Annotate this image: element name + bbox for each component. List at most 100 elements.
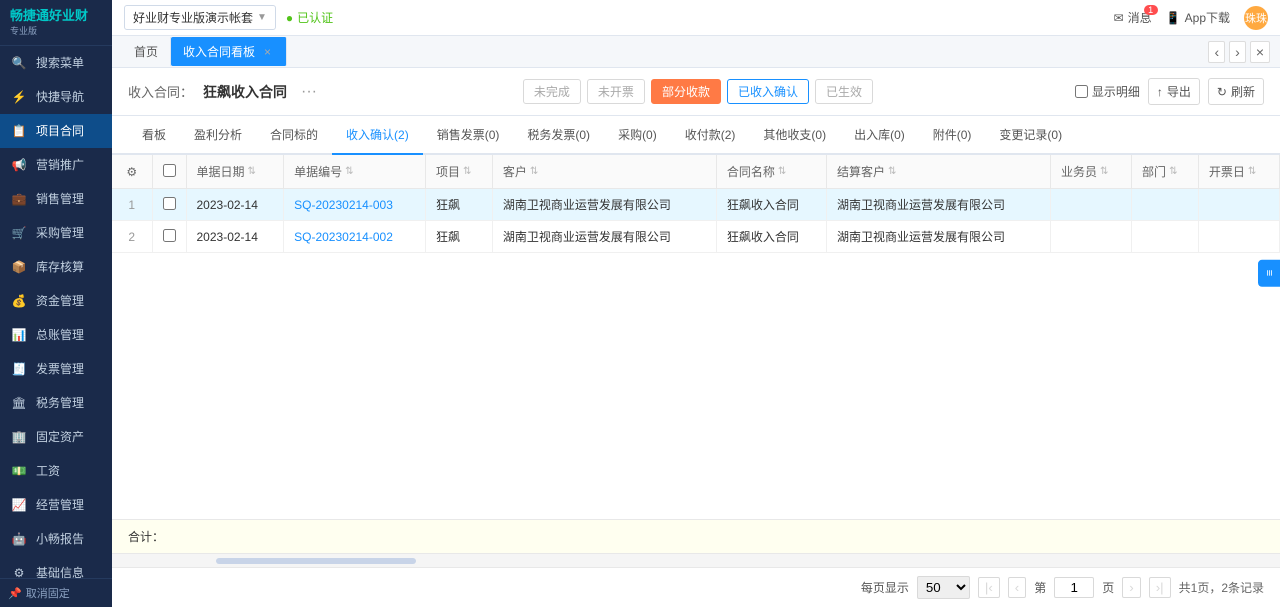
search-icon: 🔍 [10, 54, 28, 72]
subtab-payment[interactable]: 收付款(2) [671, 116, 750, 155]
company-name: 好业财专业版演示帐套 [133, 9, 253, 26]
th-date[interactable]: 单据日期 ⇅ [186, 155, 284, 189]
pagination-prev-button[interactable]: ‹ [1008, 577, 1026, 598]
refresh-button[interactable]: ↻ 刷新 [1208, 78, 1264, 105]
sidebar-item-inventory[interactable]: 📦 库存核算 [0, 250, 112, 284]
verified-badge: ● 已认证 [286, 9, 333, 26]
show-detail-input[interactable] [1075, 85, 1088, 98]
tab-close-button[interactable]: × [1250, 41, 1270, 63]
per-page-select[interactable]: 50 100 200 [917, 576, 970, 599]
table-row[interactable]: 1 2023-02-14 SQ-20230214-003 狂飙 湖南卫视商业运营… [112, 189, 1280, 221]
report-icon: 🤖 [10, 530, 28, 548]
company-selector[interactable]: 好业财专业版演示帐套 ▼ [124, 5, 276, 30]
tab-next-button[interactable]: › [1229, 41, 1246, 63]
sidebar-item-invoice[interactable]: 🧾 发票管理 [0, 352, 112, 386]
sidebar-item-quicknav[interactable]: ⚡ 快捷导航 [0, 80, 112, 114]
subtab-purchase[interactable]: 采购(0) [604, 116, 671, 155]
total-label: 合计： [128, 528, 164, 545]
th-salesperson[interactable]: 业务员 ⇅ [1051, 155, 1132, 189]
subtab-other[interactable]: 其他收支(0) [749, 116, 840, 155]
sort-settlement-icon: ⇅ [888, 166, 896, 177]
subtab-sales-invoice[interactable]: 销售发票(0) [423, 116, 514, 155]
app-download-button[interactable]: 📱 App下载 [1166, 9, 1230, 26]
sidebar-item-management[interactable]: 📈 经营管理 [0, 488, 112, 522]
horizontal-scrollbar[interactable] [112, 553, 1280, 567]
subtab-warehouse[interactable]: 出入库(0) [840, 116, 919, 155]
status-confirmed[interactable]: 已收入确认 [727, 79, 809, 104]
tab-contract-board[interactable]: 收入合同看板 × [171, 37, 287, 66]
sidebar-item-contracts[interactable]: 📋 项目合同 [0, 114, 112, 148]
subtab-tax-invoice[interactable]: 税务发票(0) [513, 116, 604, 155]
th-contract-name[interactable]: 合同名称 ⇅ [716, 155, 826, 189]
pagination-last-button[interactable]: ›| [1149, 577, 1171, 598]
page-number-input[interactable] [1054, 577, 1094, 598]
status-partial-receipt[interactable]: 部分收款 [651, 79, 721, 104]
table-row[interactable]: 2 2023-02-14 SQ-20230214-002 狂飙 湖南卫视商业运营… [112, 221, 1280, 253]
sidebar-bottom-unpin[interactable]: 📌 取消固定 [0, 578, 112, 607]
header-actions: 显示明细 ↑ 导出 ↻ 刷新 [1075, 78, 1264, 105]
subtab-board[interactable]: 看板 [128, 116, 180, 155]
th-department[interactable]: 部门 ⇅ [1132, 155, 1199, 189]
page-suffix: 页 [1102, 579, 1114, 596]
th-settings: ⚙ [112, 155, 152, 189]
subtab-attachment[interactable]: 附件(0) [919, 116, 986, 155]
pagination-first-button[interactable]: |‹ [978, 577, 1000, 598]
row-contract-name: 狂飙收入合同 [716, 189, 826, 221]
sidebar-item-search[interactable]: 🔍 搜索菜单 [0, 46, 112, 80]
sidebar-item-marketing[interactable]: 📢 营销推广 [0, 148, 112, 182]
status-incomplete[interactable]: 未完成 [523, 79, 581, 104]
tabbar: 首页 收入合同看板 × ‹ › × [112, 36, 1280, 68]
sidebar-item-sales[interactable]: 💼 销售管理 [0, 182, 112, 216]
sidebar: 畅捷通好业财 专业版 🔍 搜索菜单 ⚡ 快捷导航 📋 项目合同 📢 营销推广 💼… [0, 0, 112, 607]
row-salesperson [1051, 221, 1132, 253]
chevron-down-icon: ▼ [257, 12, 267, 23]
row-settlement-customer: 湖南卫视商业运营发展有限公司 [827, 189, 1051, 221]
row-salesperson [1051, 189, 1132, 221]
table-header-row: ⚙ 单据日期 ⇅ 单据编号 ⇅ [112, 155, 1280, 189]
tab-close-icon[interactable]: × [261, 44, 274, 60]
export-button[interactable]: ↑ 导出 [1148, 78, 1200, 105]
funds-icon: 💰 [10, 292, 28, 310]
row-check[interactable] [152, 189, 186, 221]
pagination-next-button[interactable]: › [1122, 577, 1140, 598]
sidebar-item-salary[interactable]: 💵 工资 [0, 454, 112, 488]
row-customer: 湖南卫视商业运营发展有限公司 [492, 221, 716, 253]
tax-icon: 🏛 [10, 394, 28, 412]
subtab-subject[interactable]: 合同标的 [256, 116, 332, 155]
sidebar-item-report[interactable]: 🤖 小畅报告 [0, 522, 112, 556]
settings-gear-icon[interactable]: ⚙ [126, 165, 137, 179]
scrollbar-thumb[interactable] [216, 558, 416, 564]
messages-button[interactable]: ✉ 消息 1 [1114, 9, 1152, 26]
sidebar-item-assets[interactable]: 🏢 固定资产 [0, 420, 112, 454]
more-button[interactable]: ··· [297, 83, 321, 101]
sidebar-item-tax[interactable]: 🏛 税务管理 [0, 386, 112, 420]
th-settlement-customer[interactable]: 结算客户 ⇅ [827, 155, 1051, 189]
user-avatar[interactable]: 珠珠 [1244, 6, 1268, 30]
sort-date-icon: ⇅ [248, 166, 256, 177]
row-docno: SQ-20230214-003 [284, 189, 426, 221]
status-effective[interactable]: 已生效 [815, 79, 873, 104]
th-customer[interactable]: 客户 ⇅ [492, 155, 716, 189]
subtab-revenue-confirm[interactable]: 收入确认(2) [332, 116, 423, 155]
subtab-changes[interactable]: 变更记录(0) [985, 116, 1076, 155]
th-docno[interactable]: 单据编号 ⇅ [284, 155, 426, 189]
sidebar-item-purchase[interactable]: 🛒 采购管理 [0, 216, 112, 250]
right-panel-toggle[interactable]: ≡ [1258, 260, 1280, 286]
tab-home[interactable]: 首页 [122, 37, 171, 66]
tab-prev-button[interactable]: ‹ [1208, 41, 1225, 63]
invoice-icon: 🧾 [10, 360, 28, 378]
th-invoice-date[interactable]: 开票日 ⇅ [1198, 155, 1279, 189]
messages-badge: 1 [1144, 5, 1158, 15]
pin-icon: 📌 [8, 587, 22, 600]
subtab-profit[interactable]: 盈利分析 [180, 116, 256, 155]
sidebar-item-funds[interactable]: 💰 资金管理 [0, 284, 112, 318]
show-detail-checkbox[interactable]: 显示明细 [1075, 83, 1140, 100]
sales-icon: 💼 [10, 190, 28, 208]
status-uninvoiced[interactable]: 未开票 [587, 79, 645, 104]
sidebar-item-basics[interactable]: ⚙ 基础信息 [0, 556, 112, 578]
row-check[interactable] [152, 221, 186, 253]
select-all-checkbox[interactable] [163, 164, 176, 177]
row-invoice-date [1198, 221, 1279, 253]
sidebar-item-ledger[interactable]: 📊 总账管理 [0, 318, 112, 352]
th-project[interactable]: 项目 ⇅ [426, 155, 493, 189]
